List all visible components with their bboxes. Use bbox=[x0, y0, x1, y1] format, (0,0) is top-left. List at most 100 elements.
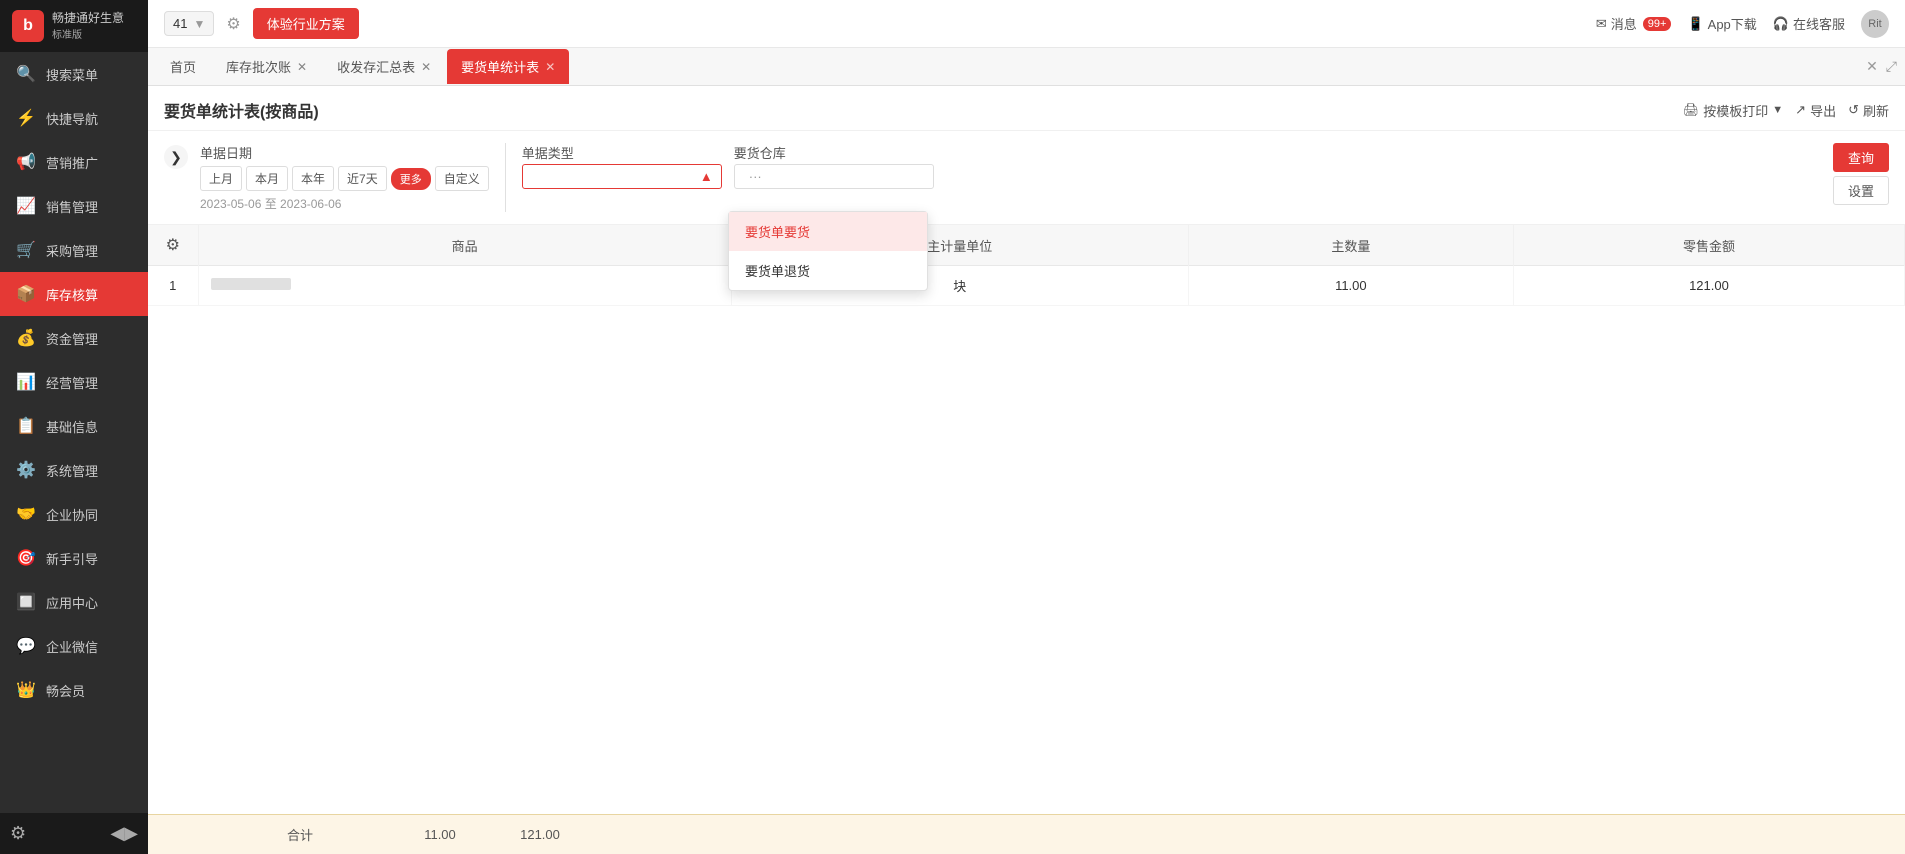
type-filter-select[interactable]: ▲ bbox=[522, 164, 722, 189]
refresh-action[interactable]: ↺ 刷新 bbox=[1848, 101, 1889, 120]
user-avatar[interactable]: Rit bbox=[1861, 10, 1889, 38]
tab-close-all-icon[interactable]: ✕ bbox=[1866, 58, 1878, 75]
purchase-icon: 🛒 bbox=[16, 240, 36, 260]
col-settings[interactable]: ⚙ bbox=[148, 225, 198, 266]
tab-inventory-batch-close-icon[interactable]: ✕ bbox=[297, 60, 307, 74]
table-footer: 合计 11.00 121.00 bbox=[148, 814, 1905, 854]
topbar-gear-icon[interactable]: ⚙ bbox=[226, 14, 240, 34]
date-btn-this-month[interactable]: 本月 bbox=[246, 166, 288, 191]
table-row: 1 块 11.00 121.00 bbox=[148, 266, 1905, 306]
sidebar-settings-icon[interactable]: ⚙ bbox=[10, 823, 26, 844]
footer-quantity: 11.00 bbox=[390, 827, 490, 842]
sidebar-item-label: 企业协同 bbox=[46, 505, 98, 524]
dropdown-item-return[interactable]: 要货单退货 bbox=[729, 251, 927, 290]
tabs-end-actions: ✕ ⤢ bbox=[1866, 58, 1897, 75]
sidebar-item-inventory[interactable]: 📦 库存核算 bbox=[0, 272, 148, 316]
search-button[interactable]: 查询 bbox=[1833, 143, 1889, 172]
warehouse-filter-select[interactable]: ··· bbox=[734, 164, 934, 189]
column-settings-icon[interactable]: ⚙ bbox=[166, 237, 180, 254]
trial-button[interactable]: 体验行业方案 bbox=[253, 8, 359, 39]
guide-icon: 🎯 bbox=[16, 548, 36, 568]
workspace-selector[interactable]: 41 ▼ bbox=[164, 11, 214, 36]
settings-button[interactable]: 设置 bbox=[1833, 176, 1889, 205]
sidebar-item-label: 经营管理 bbox=[46, 373, 98, 392]
print-action[interactable]: 🖨 按模板打印 ▼ bbox=[1683, 101, 1783, 120]
print-label: 按模板打印 bbox=[1703, 101, 1768, 120]
support-action[interactable]: 🎧 在线客服 bbox=[1773, 14, 1845, 33]
col-product: 商品 bbox=[198, 225, 731, 266]
date-buttons: 上月 本月 本年 近7天 更多 自定义 bbox=[200, 166, 489, 191]
sidebar-item-label: 快捷导航 bbox=[46, 109, 98, 128]
cell-product bbox=[198, 266, 731, 306]
sidebar-item-member[interactable]: 👑 畅会员 bbox=[0, 668, 148, 712]
sidebar-item-label: 库存核算 bbox=[46, 285, 98, 304]
sidebar-item-search[interactable]: 🔍 搜索菜单 bbox=[0, 52, 148, 96]
notification-badge: 99+ bbox=[1643, 17, 1672, 31]
page-header: 要货单统计表(按商品) 🖨 按模板打印 ▼ ↗ 导出 ↺ 刷新 bbox=[148, 86, 1905, 131]
warehouse-filter-dots-icon[interactable]: ··· bbox=[749, 169, 762, 184]
sidebar-item-appstore[interactable]: 🔲 应用中心 bbox=[0, 580, 148, 624]
filter-bar: ❯ 单据日期 上月 本月 本年 近7天 更多 自定义 2023-05-06 至 … bbox=[148, 131, 1905, 225]
dropdown-item-require[interactable]: 要货单要货 bbox=[729, 212, 927, 251]
tab-order-summary[interactable]: 要货单统计表 ✕ bbox=[447, 49, 569, 84]
date-btn-last-month[interactable]: 上月 bbox=[200, 166, 242, 191]
filter-expand-button[interactable]: ❯ bbox=[164, 145, 188, 169]
date-range-display: 2023-05-06 至 2023-06-06 bbox=[200, 195, 489, 212]
sidebar-item-sales[interactable]: 📈 销售管理 bbox=[0, 184, 148, 228]
col-amount: 零售金额 bbox=[1513, 225, 1904, 266]
export-action[interactable]: ↗ 导出 bbox=[1795, 101, 1836, 120]
sidebar-nav: 🔍 搜索菜单 ⚡ 快捷导航 📢 营销推广 📈 销售管理 🛒 采购管理 📦 库存核… bbox=[0, 52, 148, 813]
cell-quantity: 11.00 bbox=[1188, 266, 1513, 306]
enterprise-icon: 🤝 bbox=[16, 504, 36, 524]
notification-icon: ✉ bbox=[1596, 16, 1607, 32]
sales-icon: 📈 bbox=[16, 196, 36, 216]
sidebar-item-system[interactable]: ⚙️ 系统管理 bbox=[0, 448, 148, 492]
sidebar-item-wechat[interactable]: 💬 企业微信 bbox=[0, 624, 148, 668]
sidebar-item-label: 营销推广 bbox=[46, 153, 98, 172]
app-version: 标准版 bbox=[52, 26, 124, 41]
sidebar-item-enterprise[interactable]: 🤝 企业协同 bbox=[0, 492, 148, 536]
operations-icon: 📊 bbox=[16, 372, 36, 392]
sidebar-item-basic[interactable]: 📋 基础信息 bbox=[0, 404, 148, 448]
system-icon: ⚙️ bbox=[16, 460, 36, 480]
footer-total-label: 合计 bbox=[160, 825, 390, 844]
sidebar-item-label: 畅会员 bbox=[46, 681, 85, 700]
sidebar-item-label: 搜索菜单 bbox=[46, 65, 98, 84]
date-btn-this-year[interactable]: 本年 bbox=[292, 166, 334, 191]
tab-expand-icon[interactable]: ⤢ bbox=[1886, 58, 1897, 75]
sidebar-item-marketing[interactable]: 📢 营销推广 bbox=[0, 140, 148, 184]
appstore-icon: 🔲 bbox=[16, 592, 36, 612]
page-actions: 🖨 按模板打印 ▼ ↗ 导出 ↺ 刷新 bbox=[1683, 101, 1889, 120]
date-btn-more[interactable]: 更多 bbox=[391, 168, 431, 190]
workspace-number: 41 bbox=[173, 16, 187, 31]
table-header-row: ⚙ 商品 主计量单位 主数量 零售金额 bbox=[148, 225, 1905, 266]
sidebar-item-operations[interactable]: 📊 经营管理 bbox=[0, 360, 148, 404]
main-content: 41 ▼ ⚙ 体验行业方案 ✉ 消息 99+ 📱 App下载 🎧 在线客服 Ri… bbox=[148, 0, 1905, 854]
tab-order-summary-close-icon[interactable]: ✕ bbox=[545, 60, 555, 74]
date-btn-7days[interactable]: 近7天 bbox=[338, 166, 387, 191]
date-btn-custom[interactable]: 自定义 bbox=[435, 166, 489, 191]
refresh-label: 刷新 bbox=[1863, 101, 1889, 120]
sidebar-item-quick-nav[interactable]: ⚡ 快捷导航 bbox=[0, 96, 148, 140]
sidebar-item-purchase[interactable]: 🛒 采购管理 bbox=[0, 228, 148, 272]
sidebar-item-guide[interactable]: 🎯 新手引导 bbox=[0, 536, 148, 580]
tab-receivable-close-icon[interactable]: ✕ bbox=[421, 60, 431, 74]
tab-order-summary-label: 要货单统计表 bbox=[461, 57, 539, 76]
date-filter-group: 单据日期 上月 本月 本年 近7天 更多 自定义 2023-05-06 至 20… bbox=[200, 143, 489, 212]
topbar: 41 ▼ ⚙ 体验行业方案 ✉ 消息 99+ 📱 App下载 🎧 在线客服 Ri… bbox=[148, 0, 1905, 48]
app-download-action[interactable]: 📱 App下载 bbox=[1687, 14, 1756, 33]
tab-receivable-summary[interactable]: 收发存汇总表 ✕ bbox=[323, 49, 445, 84]
sidebar-collapse-icon[interactable]: ◀▶ bbox=[110, 823, 138, 844]
footer-amount: 121.00 bbox=[490, 827, 590, 842]
tab-inventory-batch[interactable]: 库存批次账 ✕ bbox=[212, 49, 321, 84]
sidebar-item-label: 企业微信 bbox=[46, 637, 98, 656]
filter-separator bbox=[505, 143, 506, 212]
warehouse-filter-group: 要货仓库 ··· bbox=[734, 143, 934, 189]
page-title: 要货单统计表(按商品) bbox=[164, 98, 319, 122]
inventory-icon: 📦 bbox=[16, 284, 36, 304]
sidebar-item-finance[interactable]: 💰 资金管理 bbox=[0, 316, 148, 360]
notification-action[interactable]: ✉ 消息 99+ bbox=[1596, 14, 1672, 33]
app-download-icon: 📱 bbox=[1687, 16, 1703, 32]
tab-home[interactable]: 首页 bbox=[156, 49, 210, 84]
filter-actions: 查询 设置 bbox=[1833, 143, 1889, 205]
